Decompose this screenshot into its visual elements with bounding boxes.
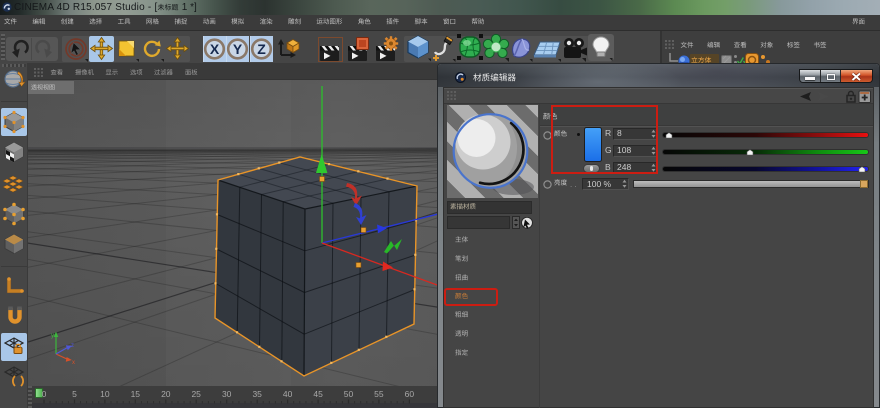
svg-text:0: 0 [42,389,47,399]
svg-text:X: X [210,41,220,57]
svg-text:x: x [72,360,75,366]
svg-text:50: 50 [344,389,354,399]
svg-text:40: 40 [283,389,293,399]
svg-text:5: 5 [72,389,77,399]
svg-text:30: 30 [222,389,232,399]
svg-text:60: 60 [405,389,415,399]
svg-text:Z: Z [257,41,266,57]
svg-text:y: y [51,333,54,339]
svg-text:25: 25 [191,389,201,399]
svg-text:20: 20 [161,389,171,399]
svg-text:z: z [71,343,74,349]
svg-text:Y: Y [233,41,243,57]
svg-text:10: 10 [100,389,110,399]
svg-text:15: 15 [131,389,141,399]
svg-text:45: 45 [313,389,323,399]
svg-text:35: 35 [252,389,262,399]
svg-text:55: 55 [374,389,384,399]
